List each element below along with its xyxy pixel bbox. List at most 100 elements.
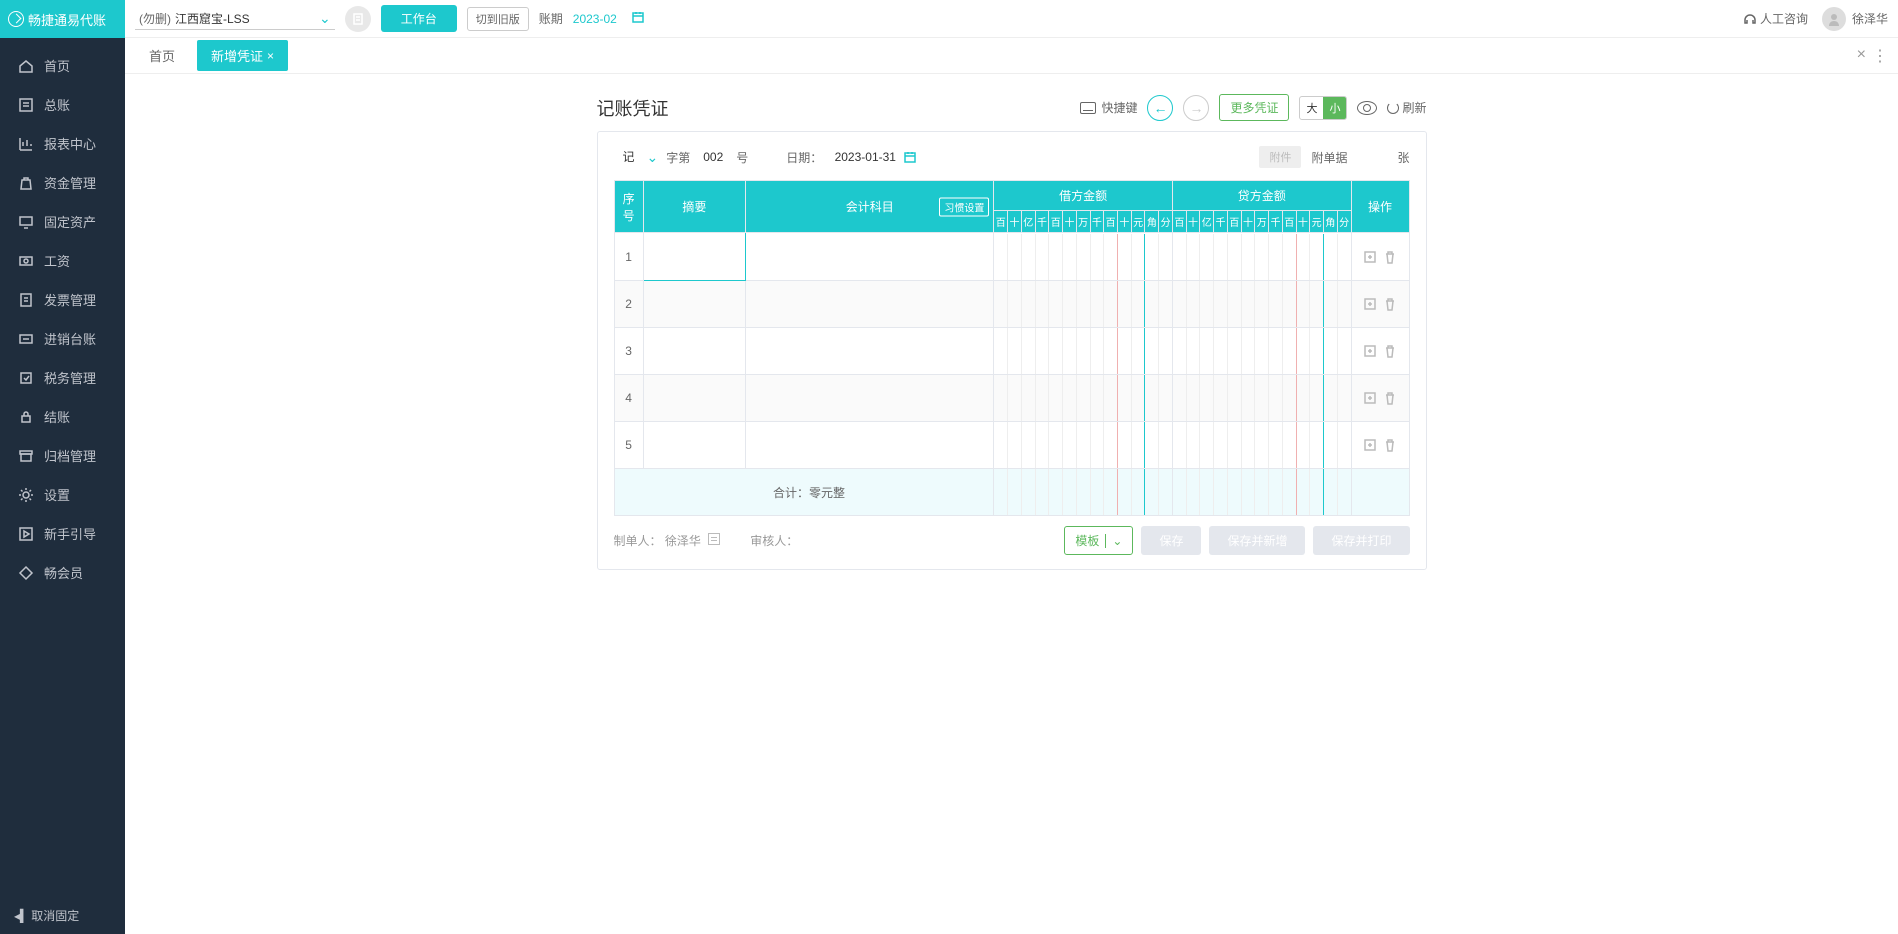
account-cell[interactable]: [746, 281, 994, 328]
company-select[interactable]: (勿删) ⌄: [135, 8, 335, 30]
delete-row-icon[interactable]: [1383, 344, 1397, 358]
tab-home[interactable]: 首页: [135, 40, 189, 71]
delete-row-icon[interactable]: [1383, 438, 1397, 452]
voucher-head: 记账凭证 快捷键 ← → 更多凭证 大 小: [597, 94, 1427, 121]
size-big[interactable]: 大: [1300, 97, 1323, 119]
account-cell[interactable]: [746, 375, 994, 422]
next-voucher-button[interactable]: →: [1183, 95, 1209, 121]
sidebar-item-invoice[interactable]: 发票管理: [0, 280, 125, 319]
refresh-button[interactable]: 刷新: [1387, 99, 1426, 116]
insert-row-icon[interactable]: [1363, 344, 1377, 358]
credit-cell[interactable]: [1172, 422, 1351, 469]
insert-row-icon[interactable]: [1363, 297, 1377, 311]
account-cell[interactable]: [746, 422, 994, 469]
voucher-type-input[interactable]: [614, 150, 644, 165]
tab-home-label: 首页: [149, 46, 175, 65]
credit-cell[interactable]: [1172, 328, 1351, 375]
sidebar-item-newbie[interactable]: 新手引导: [0, 514, 125, 553]
date-input[interactable]: [830, 150, 900, 165]
debit-cell[interactable]: [994, 375, 1173, 422]
habit-settings-button[interactable]: 习惯设置: [939, 197, 989, 216]
save-new-button[interactable]: 保存并新增: [1209, 526, 1305, 555]
table-row: 1: [614, 233, 1409, 281]
summary-cell[interactable]: [643, 281, 745, 328]
support-link[interactable]: 人工咨询: [1742, 10, 1808, 27]
account-cell[interactable]: [746, 233, 994, 281]
period-value[interactable]: 2023-02: [573, 12, 617, 26]
tab-close-icon[interactable]: ×: [267, 49, 274, 63]
row-index: 5: [614, 422, 643, 469]
insert-row-icon[interactable]: [1363, 250, 1377, 264]
voucher-type-select[interactable]: ⌄: [614, 149, 659, 166]
sidebar-item-ledger[interactable]: 总账: [0, 85, 125, 124]
workbench-button[interactable]: 工作台: [381, 5, 457, 32]
digit-header: 分: [1337, 211, 1351, 233]
sidebar-label-newbie: 新手引导: [44, 524, 96, 543]
sidebar-item-fund[interactable]: 资金管理: [0, 163, 125, 202]
digit-header: 百: [1049, 211, 1063, 233]
sidebar-item-closing[interactable]: 结账: [0, 397, 125, 436]
insert-row-icon[interactable]: [1363, 391, 1377, 405]
debit-cell[interactable]: [994, 233, 1173, 281]
attach-count-input[interactable]: [1357, 149, 1387, 165]
credit-cell[interactable]: [1172, 233, 1351, 281]
summary-cell[interactable]: [643, 328, 745, 375]
delete-row-icon[interactable]: [1383, 250, 1397, 264]
template-dropdown-icon[interactable]: ⌄: [1105, 534, 1122, 548]
size-small[interactable]: 小: [1323, 97, 1346, 119]
tab-close-all-icon[interactable]: ×: [1857, 46, 1866, 66]
sidebar-collapse-button[interactable]: ◂▍ 取消固定: [0, 897, 125, 934]
template-button[interactable]: 模板 ⌄: [1064, 526, 1133, 555]
salary-icon: [18, 253, 34, 269]
sidebar-item-cloud[interactable]: 畅会员: [0, 553, 125, 592]
summary-cell[interactable]: [643, 422, 745, 469]
voucher-tools: 快捷键 ← → 更多凭证 大 小 刷新: [1080, 94, 1426, 121]
col-account: 会计科目 习惯设置: [746, 181, 994, 233]
tab-more-icon[interactable]: ⋮: [1872, 46, 1888, 66]
delete-row-icon[interactable]: [1383, 297, 1397, 311]
sidebar-item-archive[interactable]: 归档管理: [0, 436, 125, 475]
old-version-button[interactable]: 切到旧版: [467, 7, 529, 31]
sidebar-item-fixed[interactable]: 固定资产: [0, 202, 125, 241]
doc-circle-button[interactable]: [345, 6, 371, 32]
credit-cell[interactable]: [1172, 375, 1351, 422]
prev-voucher-button[interactable]: ←: [1147, 95, 1173, 121]
debit-cell[interactable]: [994, 328, 1173, 375]
sidebar-item-salary[interactable]: 工资: [0, 241, 125, 280]
sidebar-item-home[interactable]: 首页: [0, 46, 125, 85]
company-input[interactable]: [175, 11, 315, 25]
summary-cell[interactable]: [643, 233, 745, 281]
account-cell[interactable]: [746, 328, 994, 375]
save-button[interactable]: 保存: [1141, 526, 1201, 555]
size-toggle[interactable]: 大 小: [1299, 96, 1347, 120]
op-cell: [1351, 233, 1409, 281]
summary-input[interactable]: [646, 235, 743, 275]
attach-add-button[interactable]: 附单据: [1311, 149, 1347, 166]
shortcut-link[interactable]: 快捷键: [1080, 99, 1137, 116]
digit-header: 百: [1227, 211, 1241, 233]
sidebar-item-settings[interactable]: 设置: [0, 475, 125, 514]
insert-row-icon[interactable]: [1363, 438, 1377, 452]
preview-icon[interactable]: [1357, 101, 1377, 115]
debit-cell[interactable]: [994, 422, 1173, 469]
period-label: 账期: [539, 10, 563, 27]
delete-row-icon[interactable]: [1383, 391, 1397, 405]
sidebar-item-tax[interactable]: 税务管理: [0, 358, 125, 397]
credit-cell[interactable]: [1172, 281, 1351, 328]
voucher-card: ⌄ 字第 号 日期： 附件 附单据: [597, 131, 1427, 570]
more-voucher-button[interactable]: 更多凭证: [1219, 94, 1289, 121]
sidebar-item-purchase[interactable]: 进销台账: [0, 319, 125, 358]
voucher-number-input[interactable]: [698, 150, 728, 165]
save-print-button[interactable]: 保存并打印: [1313, 526, 1409, 555]
sidebar-item-report[interactable]: 报表中心: [0, 124, 125, 163]
date-picker[interactable]: [830, 150, 917, 165]
edit-maker-icon[interactable]: [708, 533, 720, 545]
user-menu[interactable]: 徐泽华: [1822, 7, 1888, 31]
tab-voucher[interactable]: 新增凭证 ×: [197, 40, 288, 71]
calendar-icon[interactable]: [631, 10, 645, 27]
op-cell: [1351, 375, 1409, 422]
table-row: 5: [614, 422, 1409, 469]
digit-header: 分: [1159, 211, 1173, 233]
summary-cell[interactable]: [643, 375, 745, 422]
debit-cell[interactable]: [994, 281, 1173, 328]
